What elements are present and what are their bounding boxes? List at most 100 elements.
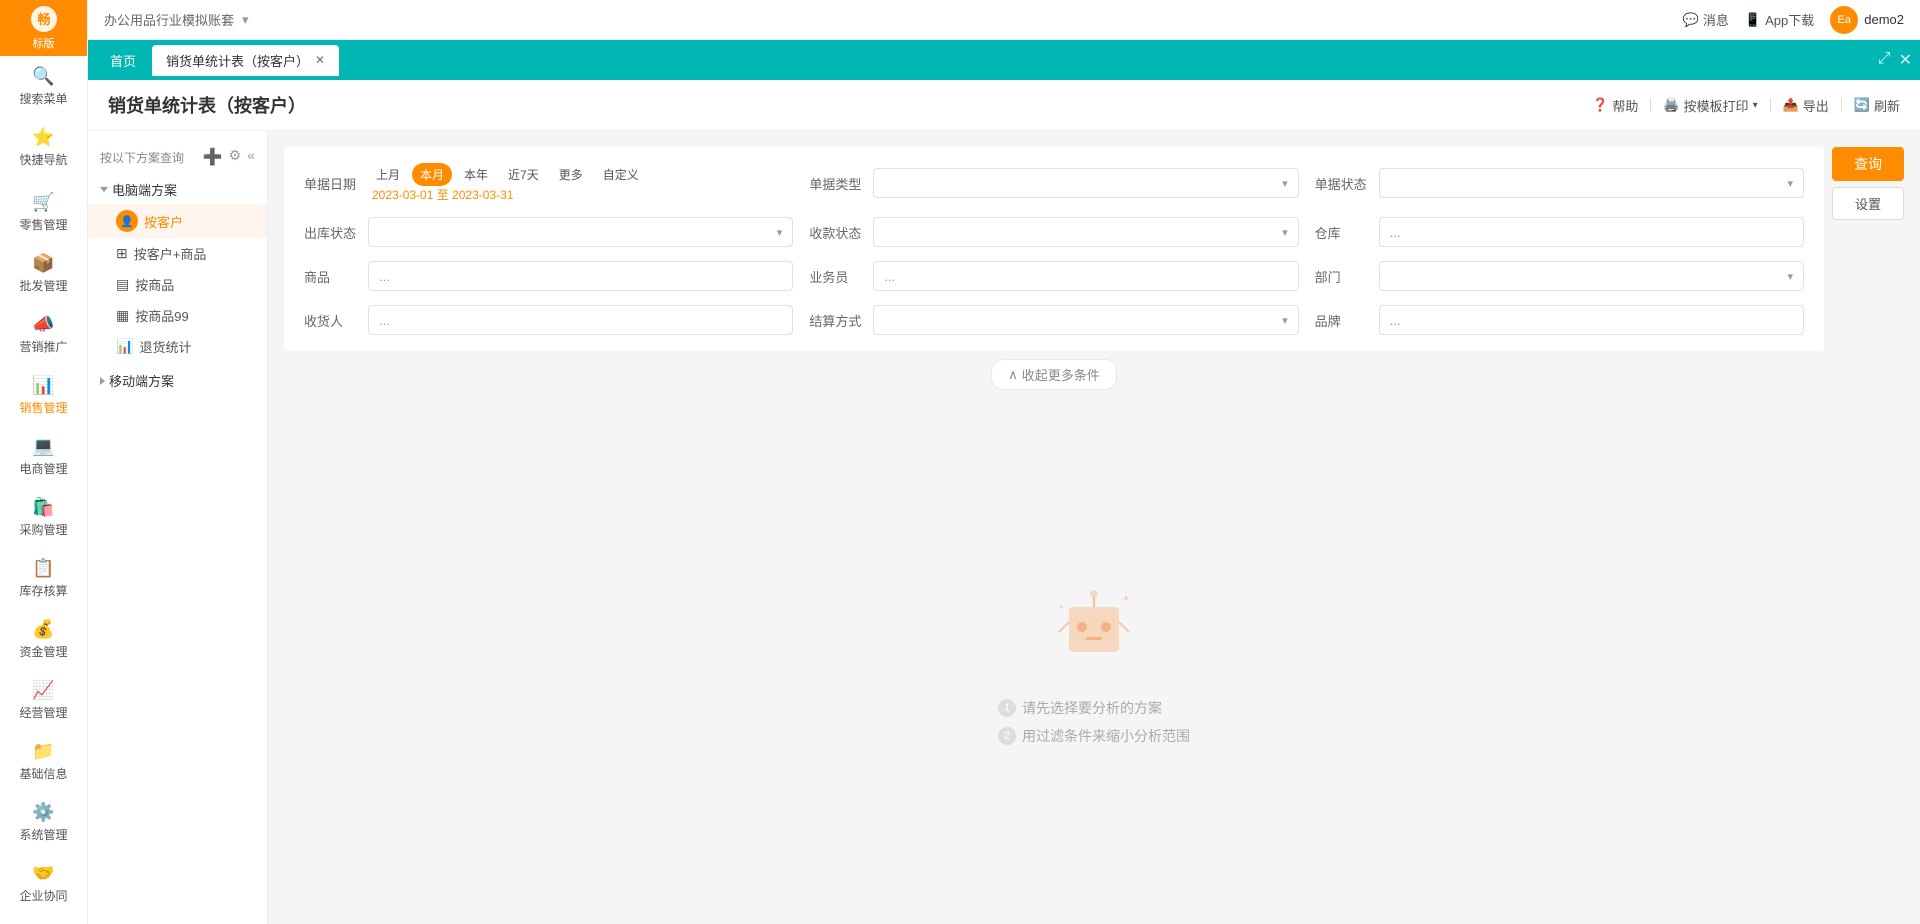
tree-item-goods[interactable]: ▤ 按商品 (88, 269, 267, 300)
tree-item-label: 按商品99 (135, 306, 188, 325)
sidebar-item-ecommerce[interactable]: 💻 电商管理 (0, 426, 87, 487)
sidebar-item-newbie[interactable]: 🌱 新手引导 (0, 914, 87, 924)
tab-home[interactable]: 首页 (96, 45, 150, 76)
sidebar-item-sales[interactable]: 📊 销售管理 (0, 365, 87, 426)
type-input[interactable]: ▾ (873, 168, 1298, 198)
tree-item-customer[interactable]: 👤 按客户 (88, 204, 267, 238)
tree-group-mobile-header[interactable]: 移动端方案 (88, 366, 267, 395)
consignee-label: 收货人 (304, 311, 360, 330)
empty-box-illustration: ✦ ✦ (1044, 572, 1144, 672)
payment-method-input[interactable]: ▾ (873, 305, 1298, 335)
collapse-label: 收起更多条件 (1022, 365, 1100, 384)
sidebar-item-basic[interactable]: 📁 基础信息 (0, 731, 87, 792)
user-area[interactable]: Ea demo2 (1830, 6, 1904, 34)
logo: 畅 标版 (0, 0, 88, 56)
settings-scheme-btn[interactable]: ⚙ (229, 147, 242, 167)
date-btn-this-year[interactable]: 本年 (456, 163, 496, 186)
tab-sales-stats[interactable]: 销货单统计表（按客户） ✕ (152, 45, 339, 76)
sidebar: 畅 标版 🔍 搜索菜单 ⭐ 快捷导航 🛒 零售管理 📦 批发管理 📣 营销推广 … (0, 0, 88, 924)
sidebar-item-shortcut[interactable]: ⭐ 快捷导航 (0, 117, 87, 178)
active-scheme-icon: 👤 (116, 210, 138, 232)
date-btn-7days[interactable]: 近7天 (500, 163, 547, 186)
page-header-actions: ❓ 帮助 🖨️ 按模板打印 ▾ 📤 导出 🔄 刷新 (1592, 96, 1900, 115)
dept-chevron: ▾ (1787, 270, 1793, 283)
date-btn-this-month[interactable]: 本月 (412, 163, 452, 186)
sidebar-item-wholesale[interactable]: 📦 批发管理 (0, 243, 87, 304)
basic-icon: 📁 (32, 741, 54, 762)
tree-item-goods99[interactable]: ▦ 按商品99 (88, 300, 267, 331)
dropdown-icon[interactable]: ▾ (242, 12, 249, 28)
empty-hint-1: 1 请先选择要分析的方案 (998, 698, 1190, 718)
sidebar-item-finance[interactable]: 💰 资金管理 (0, 609, 87, 670)
topbar-right: 💬 消息 📱 App下载 Ea demo2 (1683, 6, 1904, 34)
inner-layout: 按以下方案查询 ➕ ⚙ « 电脑端方案 👤 (88, 131, 1920, 924)
svg-text:✦: ✦ (1058, 603, 1065, 612)
stock-status-input[interactable]: ▾ (368, 217, 793, 247)
date-btn-custom[interactable]: 自定义 (595, 163, 647, 186)
refresh-btn[interactable]: 🔄 刷新 (1854, 96, 1900, 115)
left-panel: 按以下方案查询 ➕ ⚙ « 电脑端方案 👤 (88, 131, 268, 924)
filter-warehouse: 仓库 ... (1315, 217, 1804, 247)
table-icon: ▤ (116, 276, 129, 293)
logo-icon: 畅 (26, 5, 62, 33)
filter-with-actions: 单据日期 上月 本月 本年 近7天 更多 自定义 (284, 147, 1904, 398)
sidebar-item-purchase[interactable]: 🛍️ 采购管理 (0, 487, 87, 548)
sidebar-item-retail[interactable]: 🛒 零售管理 (0, 182, 87, 243)
add-scheme-btn[interactable]: ➕ (203, 147, 223, 167)
right-panel: 单据日期 上月 本月 本年 近7天 更多 自定义 (268, 131, 1920, 924)
sidebar-item-label: 零售管理 (19, 216, 67, 233)
sidebar-item-label: 经营管理 (19, 704, 67, 721)
status-input[interactable]: ▾ (1379, 168, 1804, 198)
setting-btn[interactable]: 设置 (1832, 187, 1904, 220)
action-row: ∧ 收起更多条件 (284, 351, 1824, 398)
print-dropdown-icon: ▾ (1753, 100, 1758, 111)
home-tab-label: 首页 (110, 51, 136, 70)
filter-status: 单据状态 ▾ (1315, 168, 1804, 198)
sidebar-item-marketing[interactable]: 📣 营销推广 (0, 304, 87, 365)
expand-icon (100, 377, 105, 385)
brand-input[interactable]: ... (1379, 305, 1804, 335)
export-btn[interactable]: 📤 导出 (1783, 96, 1829, 115)
payment-method-label: 结算方式 (809, 311, 865, 330)
sidebar-item-label: 批发管理 (19, 277, 67, 294)
tab-restore-btn[interactable]: ⤢ (1878, 50, 1891, 70)
date-btn-more[interactable]: 更多 (551, 163, 591, 186)
print-icon: 🖨️ (1663, 97, 1679, 113)
collapse-panel-btn[interactable]: « (247, 147, 255, 167)
tabs-right: ⤢ ✕ (1878, 50, 1912, 70)
date-btn-last-month[interactable]: 上月 (368, 163, 408, 186)
tab-close-btn[interactable]: ✕ (1899, 50, 1912, 70)
tree-group-desktop-header[interactable]: 电脑端方案 (88, 175, 267, 204)
message-btn[interactable]: 💬 消息 (1683, 10, 1729, 29)
empty-hints: 1 请先选择要分析的方案 2 用过滤条件来缩小分析范围 (998, 698, 1190, 746)
app-download-btn[interactable]: 📱 App下载 (1745, 10, 1814, 29)
department-input[interactable]: ▾ (1379, 261, 1804, 291)
goods-input[interactable]: ... (368, 261, 793, 291)
sidebar-item-inventory[interactable]: 📋 库存核算 (0, 548, 87, 609)
collapse-btn[interactable]: ∧ 收起更多条件 (991, 359, 1117, 390)
help-btn[interactable]: ❓ 帮助 (1592, 96, 1638, 115)
payment-status-input[interactable]: ▾ (873, 217, 1298, 247)
sidebar-item-enterprise[interactable]: 🤝 企业协同 (0, 853, 87, 914)
svg-text:畅: 畅 (37, 12, 50, 27)
topbar: 办公用品行业模拟账套 ▾ 💬 消息 📱 App下载 Ea demo2 (88, 0, 1920, 40)
print-btn[interactable]: 🖨️ 按模板打印 ▾ (1663, 96, 1757, 115)
hint-num-2: 2 (998, 727, 1016, 745)
tree-item-return[interactable]: 📊 退货统计 (88, 331, 267, 362)
goods-label: 商品 (304, 267, 360, 286)
tab-close-icon[interactable]: ✕ (315, 53, 325, 67)
query-btn[interactable]: 查询 (1832, 147, 1904, 181)
tree-item-customer-goods[interactable]: ⊞ 按客户+商品 (88, 238, 267, 269)
sidebar-item-search[interactable]: 🔍 搜索菜单 (0, 56, 87, 117)
sidebar-item-operations[interactable]: 📈 经营管理 (0, 670, 87, 731)
consignee-input[interactable]: ... (368, 305, 793, 335)
marketing-icon: 📣 (32, 314, 54, 335)
date-range-text: 2023-03-01 至 2023-03-31 (372, 186, 793, 203)
sidebar-item-label: 基础信息 (19, 765, 67, 782)
filter-type: 单据类型 ▾ (809, 168, 1298, 198)
salesperson-input[interactable]: ... (873, 261, 1298, 291)
type-label: 单据类型 (809, 174, 865, 193)
sidebar-item-label: 销售管理 (19, 399, 67, 416)
warehouse-input[interactable]: ... (1379, 217, 1804, 247)
sidebar-item-system[interactable]: ⚙️ 系统管理 (0, 792, 87, 853)
